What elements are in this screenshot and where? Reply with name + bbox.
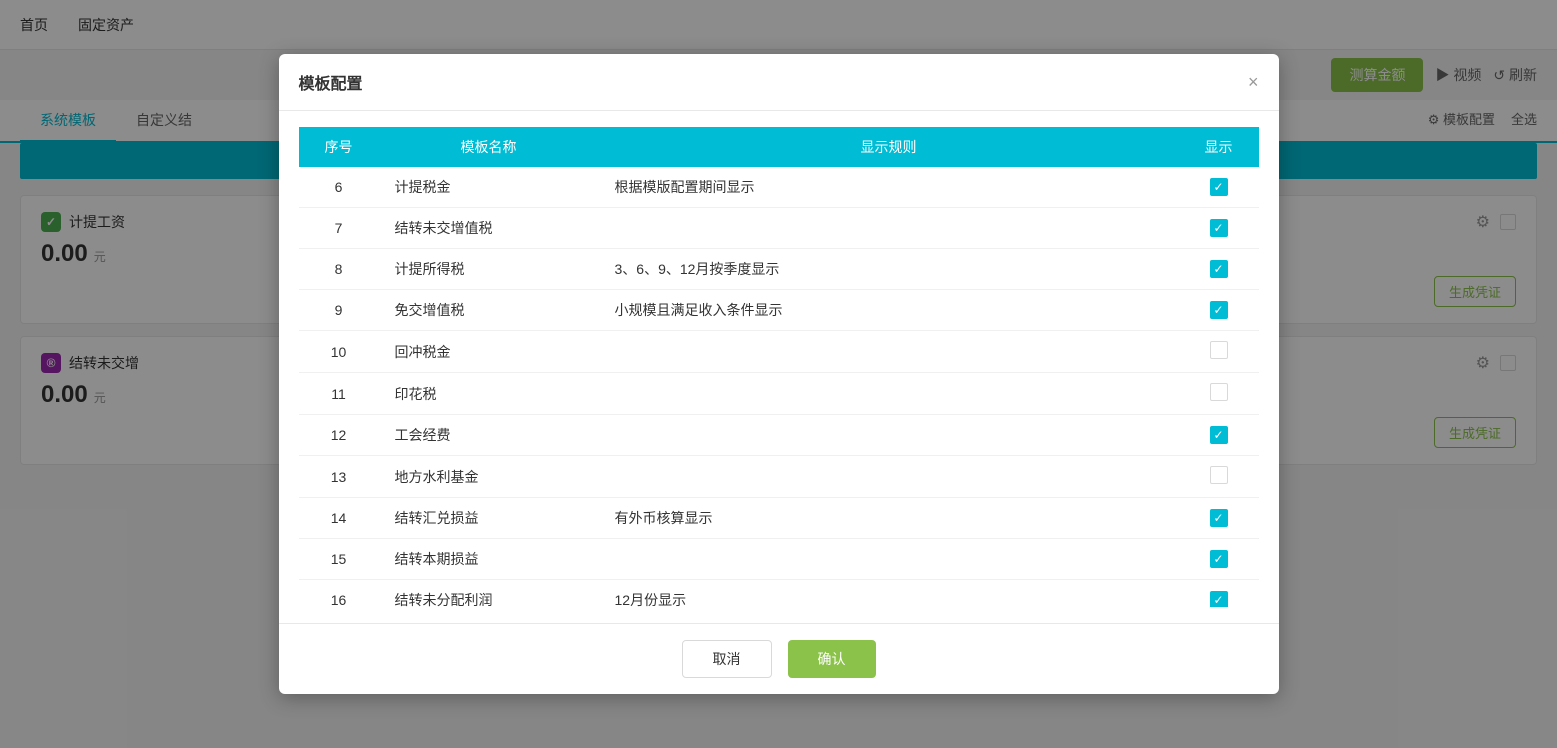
cell-name: 计提所得税 bbox=[379, 249, 599, 290]
cell-seq: 12 bbox=[299, 415, 379, 456]
checkbox-checked[interactable]: ✓ bbox=[1210, 301, 1228, 319]
cell-name: 地方水利基金 bbox=[379, 456, 599, 498]
table-row: 16结转未分配利润12月份显示 ✓ bbox=[299, 580, 1259, 608]
cell-rule bbox=[599, 208, 1179, 249]
table-row: 7结转未交增值税 ✓ bbox=[299, 208, 1259, 249]
cell-name: 结转本期损益 bbox=[379, 539, 599, 580]
checkbox-unchecked[interactable] bbox=[1210, 466, 1228, 484]
checkbox-checked[interactable]: ✓ bbox=[1210, 426, 1228, 444]
modal-overlay: 模板配置 × 序号 模板名称 显示规则 显示 6计提税金根据模版配置期间显 bbox=[0, 0, 1557, 748]
cell-rule bbox=[599, 373, 1179, 415]
cell-rule: 12月份显示 bbox=[599, 580, 1179, 608]
table-row: 13地方水利基金 bbox=[299, 456, 1259, 498]
cell-checkbox[interactable]: ✓ bbox=[1179, 580, 1259, 608]
table-row: 12工会经费 ✓ bbox=[299, 415, 1259, 456]
cell-seq: 13 bbox=[299, 456, 379, 498]
checkbox-checked[interactable]: ✓ bbox=[1210, 219, 1228, 237]
cell-seq: 15 bbox=[299, 539, 379, 580]
checkbox-checked[interactable]: ✓ bbox=[1210, 550, 1228, 568]
confirm-button[interactable]: 确认 bbox=[788, 640, 876, 678]
modal-footer: 取消 确认 bbox=[279, 623, 1279, 694]
cell-checkbox[interactable]: ✓ bbox=[1179, 415, 1259, 456]
cell-checkbox[interactable] bbox=[1179, 373, 1259, 415]
table-body: 6计提税金根据模版配置期间显示✓7结转未交增值税✓8计提所得税3、6、9、12月… bbox=[299, 167, 1259, 607]
table-row: 9免交增值税小规模且满足收入条件显示 ✓ bbox=[299, 290, 1259, 331]
col-show: 显示 bbox=[1179, 127, 1259, 167]
cell-name: 结转未交增值税 bbox=[379, 208, 599, 249]
checkbox-checked[interactable]: ✓ bbox=[1210, 509, 1228, 527]
cell-checkbox[interactable]: ✓ bbox=[1179, 208, 1259, 249]
table-scroll-container[interactable]: 序号 模板名称 显示规则 显示 6计提税金根据模版配置期间显示✓7结转未交增值税… bbox=[299, 127, 1259, 607]
cell-seq: 10 bbox=[299, 331, 379, 373]
cell-checkbox[interactable]: ✓ bbox=[1179, 539, 1259, 580]
cell-rule: 3、6、9、12月按季度显示 bbox=[599, 249, 1179, 290]
table-row: 14结转汇兑损益有外币核算显示 ✓ bbox=[299, 498, 1259, 539]
cell-seq: 6 bbox=[299, 167, 379, 208]
col-rule: 显示规则 bbox=[599, 127, 1179, 167]
cell-seq: 7 bbox=[299, 208, 379, 249]
cell-name: 印花税 bbox=[379, 373, 599, 415]
col-seq: 序号 bbox=[299, 127, 379, 167]
modal-close-button[interactable]: × bbox=[1248, 73, 1259, 91]
cell-rule bbox=[599, 539, 1179, 580]
checkbox-checked[interactable]: ✓ bbox=[1210, 178, 1228, 196]
cell-name: 结转未分配利润 bbox=[379, 580, 599, 608]
cell-seq: 8 bbox=[299, 249, 379, 290]
cell-name: 结转汇兑损益 bbox=[379, 498, 599, 539]
cell-checkbox[interactable]: ✓ bbox=[1179, 498, 1259, 539]
table-row: 11印花税 bbox=[299, 373, 1259, 415]
cell-name: 免交增值税 bbox=[379, 290, 599, 331]
col-name: 模板名称 bbox=[379, 127, 599, 167]
cell-checkbox[interactable] bbox=[1179, 331, 1259, 373]
cell-seq: 9 bbox=[299, 290, 379, 331]
checkbox-checked[interactable]: ✓ bbox=[1210, 591, 1228, 607]
checkbox-unchecked[interactable] bbox=[1210, 341, 1228, 359]
modal-body: 序号 模板名称 显示规则 显示 6计提税金根据模版配置期间显示✓7结转未交增值税… bbox=[279, 111, 1279, 623]
cell-name: 回冲税金 bbox=[379, 331, 599, 373]
cancel-button[interactable]: 取消 bbox=[682, 640, 772, 678]
cell-rule: 有外币核算显示 bbox=[599, 498, 1179, 539]
cell-checkbox[interactable]: ✓ bbox=[1179, 290, 1259, 331]
cell-rule bbox=[599, 331, 1179, 373]
cell-rule bbox=[599, 415, 1179, 456]
checkbox-checked[interactable]: ✓ bbox=[1210, 260, 1228, 278]
table-row: 6计提税金根据模版配置期间显示 ✓ bbox=[299, 167, 1259, 208]
cell-rule: 小规模且满足收入条件显示 bbox=[599, 290, 1179, 331]
table-row: 8计提所得税3、6、9、12月按季度显示 ✓ bbox=[299, 249, 1259, 290]
table-row: 15结转本期损益 ✓ bbox=[299, 539, 1259, 580]
template-config-modal: 模板配置 × 序号 模板名称 显示规则 显示 6计提税金根据模版配置期间显 bbox=[279, 54, 1279, 694]
cell-seq: 11 bbox=[299, 373, 379, 415]
cell-rule: 根据模版配置期间显示 bbox=[599, 167, 1179, 208]
table-header: 序号 模板名称 显示规则 显示 bbox=[299, 127, 1259, 167]
checkbox-unchecked[interactable] bbox=[1210, 383, 1228, 401]
cell-checkbox[interactable]: ✓ bbox=[1179, 249, 1259, 290]
cell-checkbox[interactable]: ✓ bbox=[1179, 167, 1259, 208]
modal-title: 模板配置 bbox=[299, 70, 363, 94]
cell-seq: 14 bbox=[299, 498, 379, 539]
cell-rule bbox=[599, 456, 1179, 498]
table-row: 10回冲税金 bbox=[299, 331, 1259, 373]
modal-header: 模板配置 × bbox=[279, 54, 1279, 111]
cell-checkbox[interactable] bbox=[1179, 456, 1259, 498]
config-table: 序号 模板名称 显示规则 显示 6计提税金根据模版配置期间显示✓7结转未交增值税… bbox=[299, 127, 1259, 607]
cell-seq: 16 bbox=[299, 580, 379, 608]
cell-name: 工会经费 bbox=[379, 415, 599, 456]
cell-name: 计提税金 bbox=[379, 167, 599, 208]
